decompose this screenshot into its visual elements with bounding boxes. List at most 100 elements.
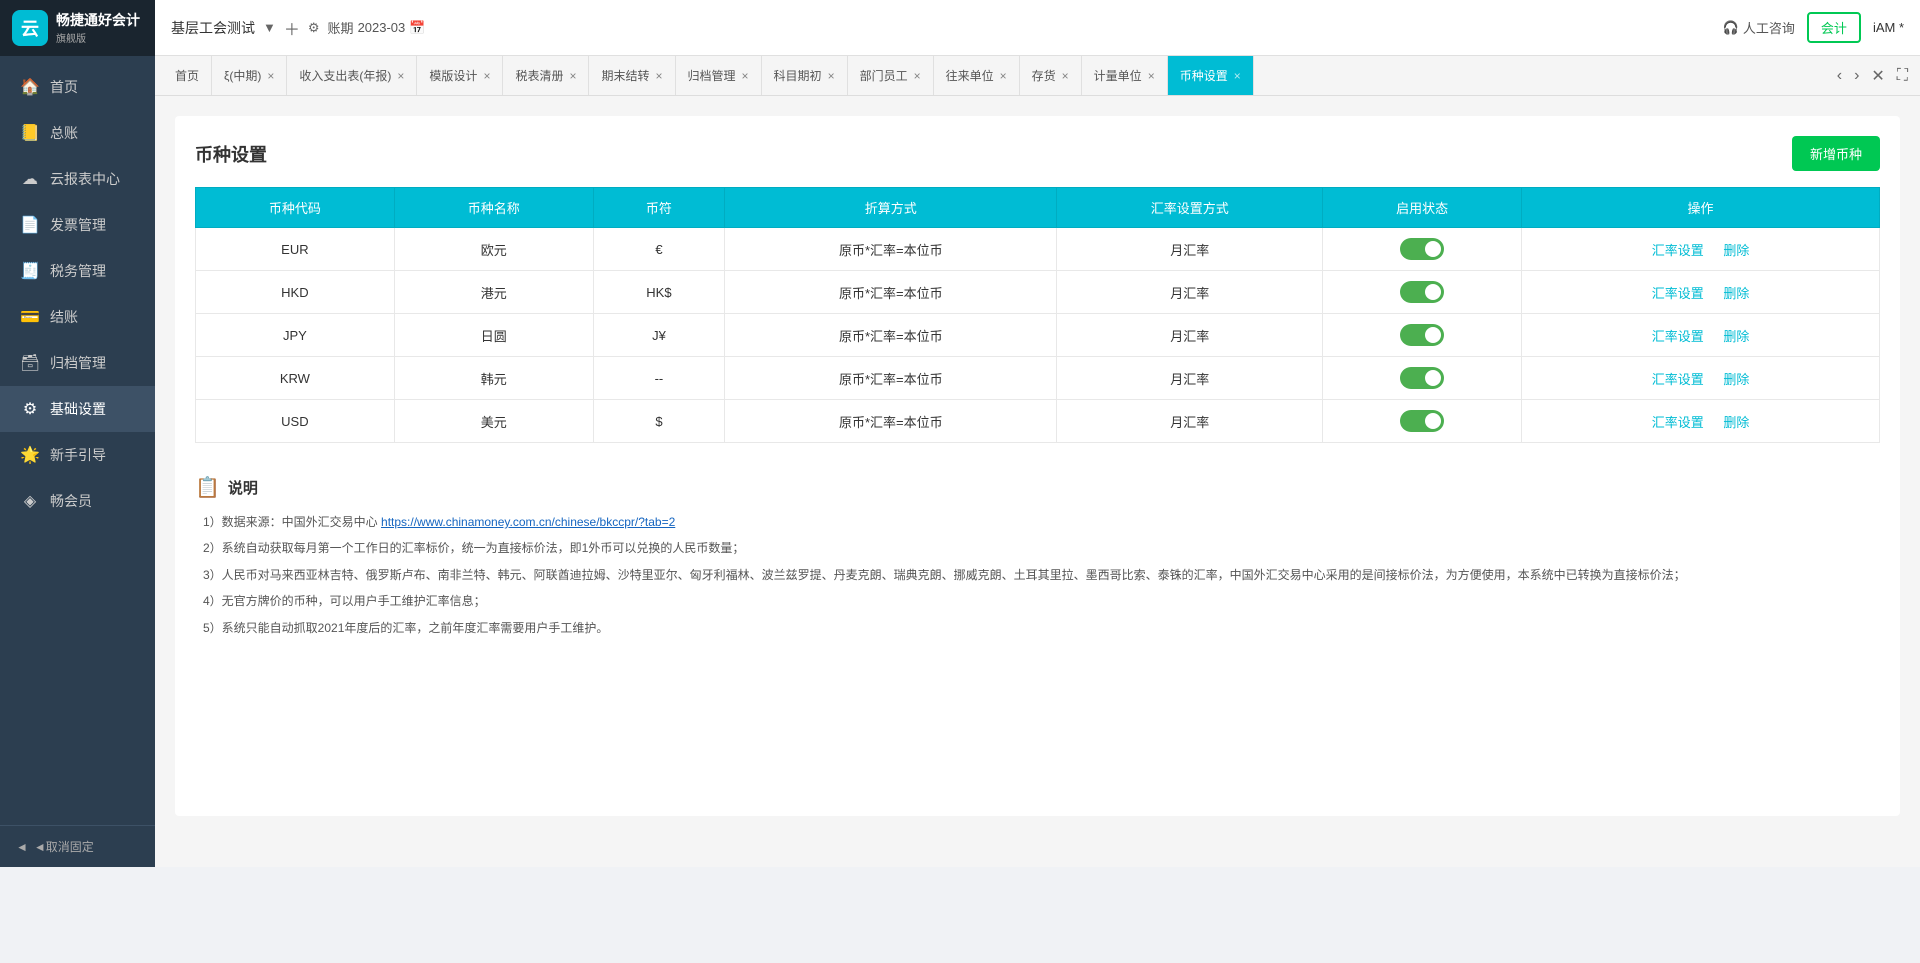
tab-close-subjects[interactable]: × [828, 69, 835, 83]
cell-calc-4: 原币*汇率=本位币 [725, 400, 1057, 443]
delete-1[interactable]: 删除 [1723, 286, 1749, 301]
rate-setting-4[interactable]: 汇率设置 [1652, 415, 1704, 430]
cell-actions-3: 汇率设置 删除 [1522, 357, 1880, 400]
cell-code-3: KRW [196, 357, 395, 400]
tab-prev-icon[interactable]: ‹ [1833, 65, 1846, 87]
cell-code-4: USD [196, 400, 395, 443]
col-启用状态: 启用状态 [1323, 188, 1522, 228]
sidebar-item-tax[interactable]: 🧾 税务管理 [0, 248, 155, 294]
add-icon[interactable]: ＋ [284, 16, 300, 40]
sidebar-item-checkout[interactable]: 💳结账 [0, 294, 155, 340]
sidebar-item-settings[interactable]: ⚙基础设置 [0, 386, 155, 432]
service-label: 人工咨询 [1743, 18, 1795, 37]
headphone-icon: 🎧 [1723, 20, 1739, 36]
header-right: 🎧 人工咨询 会计 iAM * [1723, 12, 1904, 43]
tab-close-stock[interactable]: × [1062, 69, 1069, 83]
tab-contact[interactable]: 往来单位× [934, 56, 1020, 96]
sidebar-item-ledger[interactable]: 📒总账 [0, 110, 155, 156]
tab-tax_clear[interactable]: 税表清册× [503, 56, 589, 96]
member-label: 畅会员 [50, 491, 92, 511]
tab-template[interactable]: 模版设计 × [417, 56, 503, 96]
cell-rate-type-4: 月汇率 [1057, 400, 1323, 443]
sidebar-item-guide[interactable]: 🌟新手引导 [0, 432, 155, 478]
sidebar: 云 畅捷通好会计 旗舰版 🏠首页📒总账☁云报表中心📄发票管理 🧾 税务管理 💳结账🗃归… [0, 0, 155, 867]
delete-3[interactable]: 删除 [1723, 372, 1749, 387]
service-button[interactable]: 🎧 人工咨询 [1723, 18, 1795, 37]
checkout-label: 结账 [50, 307, 78, 327]
tab-currency[interactable]: 币种设置× [1168, 56, 1254, 96]
tab-close-unit[interactable]: × [1148, 69, 1155, 83]
sidebar-item-archive[interactable]: 🗃归档管理 [0, 340, 155, 386]
toggle-4[interactable] [1400, 410, 1444, 432]
cell-rate-type-3: 月汇率 [1057, 357, 1323, 400]
tab-department[interactable]: 部门员工× [848, 56, 934, 96]
cell-toggle-2 [1323, 314, 1522, 357]
sidebar-item-invoice[interactable]: 📄发票管理 [0, 202, 155, 248]
cell-calc-0: 原币*汇率=本位币 [725, 228, 1057, 271]
tab-close-tax_clear[interactable]: × [569, 69, 576, 83]
tab-income[interactable]: 收入支出表(年报) × [287, 56, 417, 96]
content-area: 币种设置 新增币种 币种代码币种名称币符折算方式汇率设置方式启用状态操作 EUR… [175, 116, 1900, 816]
pin-icon: ◄ [16, 840, 28, 854]
cell-rate-type-2: 月汇率 [1057, 314, 1323, 357]
tab-label-balance: ξ(中期) [224, 67, 261, 84]
delete-2[interactable]: 删除 [1723, 329, 1749, 344]
rate-setting-0[interactable]: 汇率设置 [1652, 243, 1704, 258]
new-currency-button[interactable]: 新增币种 [1792, 136, 1880, 171]
tab-close-contact[interactable]: × [1000, 69, 1007, 83]
tab-subjects[interactable]: 科目期初 × [762, 56, 848, 96]
sidebar-item-home[interactable]: 🏠首页 [0, 64, 155, 110]
sidebar-item-report[interactable]: ☁云报表中心 [0, 156, 155, 202]
notes-link[interactable]: https://www.chinamoney.com.cn/chinese/bk… [381, 515, 675, 529]
delete-4[interactable]: 删除 [1723, 415, 1749, 430]
logo-area: 云 畅捷通好会计 旗舰版 [0, 0, 155, 56]
tab-close-icon[interactable]: ✕ [1867, 64, 1888, 88]
tab-close-income[interactable]: × [397, 69, 404, 83]
tax-icon: 🧾 [20, 261, 40, 281]
accounting-button[interactable]: 会计 [1807, 12, 1861, 43]
tab-home[interactable]: 首页 [163, 56, 212, 96]
rate-setting-2[interactable]: 汇率设置 [1652, 329, 1704, 344]
home-icon: 🏠 [20, 77, 40, 97]
dropdown-icon[interactable]: ▼ [263, 20, 276, 35]
tab-close-balance[interactable]: × [267, 69, 274, 83]
sidebar-footer[interactable]: ◄ ◄取消固定 [0, 825, 155, 867]
cell-symbol-4: $ [593, 400, 725, 443]
tab-close-template[interactable]: × [483, 69, 490, 83]
tab-close-currency[interactable]: × [1234, 69, 1241, 83]
notes-section: 📋 说明 1）数据来源：中国外汇交易中心 https://www.chinamo… [195, 475, 1880, 638]
settings-icon[interactable]: ⚙ [308, 20, 320, 36]
tab-next-icon[interactable]: › [1850, 65, 1863, 87]
tab-period_end[interactable]: 期末结转× [589, 56, 675, 96]
tab-filing[interactable]: 归档管理× [676, 56, 762, 96]
sidebar-item-member[interactable]: ◈畅会员 [0, 478, 155, 524]
tab-label-template: 模版设计 [429, 67, 477, 84]
report-label: 云报表中心 [50, 169, 120, 189]
notes-item-2: 3）人民币对马来西亚林吉特、俄罗斯卢布、南非兰特、韩元、阿联酋迪拉姆、沙特里亚尔… [203, 565, 1880, 585]
cell-toggle-1 [1323, 271, 1522, 314]
cell-symbol-1: HK$ [593, 271, 725, 314]
toggle-0[interactable] [1400, 238, 1444, 260]
user-label: iAM * [1873, 20, 1904, 35]
calendar-icon[interactable]: 📅 [409, 20, 425, 36]
tab-expand-icon[interactable]: ⛶ [1893, 65, 1912, 87]
rate-setting-3[interactable]: 汇率设置 [1652, 372, 1704, 387]
tab-label-income: 收入支出表(年报) [299, 67, 391, 84]
tab-close-filing[interactable]: × [742, 69, 749, 83]
notes-item-0: 1）数据来源：中国外汇交易中心 https://www.chinamoney.c… [203, 512, 1880, 532]
tab-balance[interactable]: ξ(中期) × [212, 56, 287, 96]
toggle-1[interactable] [1400, 281, 1444, 303]
notes-icon: 📋 [195, 475, 220, 500]
tab-close-department[interactable]: × [914, 69, 921, 83]
tab-label-subjects: 科目期初 [774, 67, 822, 84]
tab-unit[interactable]: 计量单位× [1082, 56, 1168, 96]
logo-sub: 旗舰版 [56, 30, 140, 45]
toggle-2[interactable] [1400, 324, 1444, 346]
delete-0[interactable]: 删除 [1723, 243, 1749, 258]
toggle-3[interactable] [1400, 367, 1444, 389]
tab-close-period_end[interactable]: × [656, 69, 663, 83]
tab-stock[interactable]: 存货× [1020, 56, 1082, 96]
tax-label: 税务管理 [50, 261, 106, 281]
rate-setting-1[interactable]: 汇率设置 [1652, 286, 1704, 301]
guide-icon: 🌟 [20, 445, 40, 465]
